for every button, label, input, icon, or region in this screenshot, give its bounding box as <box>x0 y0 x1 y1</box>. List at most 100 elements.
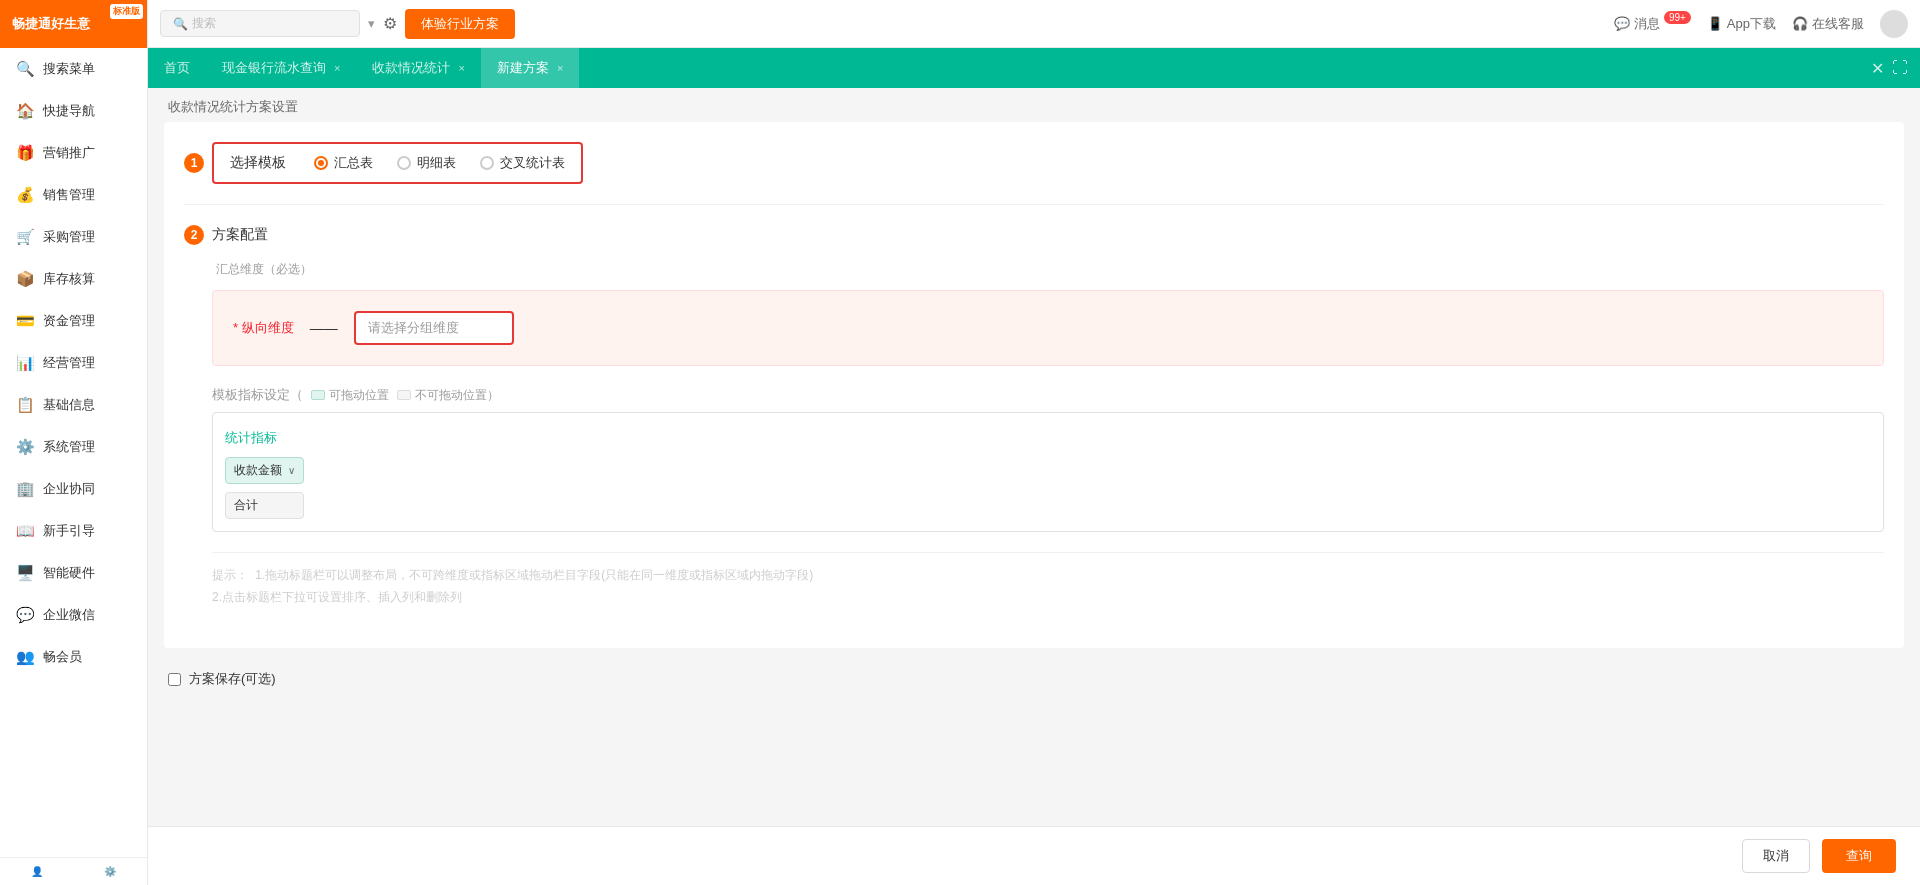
notification-label: 消息 <box>1634 15 1660 33</box>
legend-draggable-box <box>311 390 325 400</box>
sidebar-item-label: 企业微信 <box>43 606 95 624</box>
topbar-search-box[interactable]: 🔍 搜索 <box>160 10 360 37</box>
tab-home-label: 首页 <box>164 59 190 77</box>
members-icon: 👥 <box>16 648 35 666</box>
radio-summary-inner <box>318 160 324 166</box>
mobile-icon: 📱 <box>1707 16 1723 31</box>
tip2-text: 2.点击标题栏下拉可设置排序、插入列和删除列 <box>212 590 462 604</box>
sidebar-item-label: 营销推广 <box>43 144 95 162</box>
sidebar-item-label: 库存核算 <box>43 270 95 288</box>
chart-icon: 📊 <box>16 354 35 372</box>
tips-line2: 2.点击标题栏下拉可设置排序、插入列和删除列 <box>212 587 1884 609</box>
footer-bar: 取消 查询 <box>148 826 1920 885</box>
tips-section: 提示： 1.拖动标题栏可以调整布局，不可跨维度或指标区域拖动栏目字段(只能在同一… <box>212 552 1884 608</box>
sidebar-item-label: 畅会员 <box>43 648 82 666</box>
search-placeholder-text: 搜索 <box>192 15 216 32</box>
book-icon: 📖 <box>16 522 35 540</box>
sidebar-item-label: 搜索菜单 <box>43 60 95 78</box>
search-menu-icon: 🔍 <box>16 60 35 78</box>
sidebar-item-smart-hw[interactable]: 🖥️ 智能硬件 <box>0 552 147 594</box>
cancel-button[interactable]: 取消 <box>1742 839 1810 873</box>
save-checkbox[interactable] <box>168 673 181 686</box>
step2-title: 方案配置 <box>212 226 268 244</box>
query-button[interactable]: 查询 <box>1822 839 1896 873</box>
radio-cross[interactable]: 交叉统计表 <box>480 154 565 172</box>
chip-arrow-icon: ∨ <box>288 465 295 476</box>
sidebar-item-inventory[interactable]: 📦 库存核算 <box>0 258 147 300</box>
notification-button[interactable]: 💬 消息 99+ <box>1614 15 1691 33</box>
total-chip: 合计 <box>225 492 304 519</box>
window-maximize-btn[interactable]: ⛶ <box>1892 59 1908 77</box>
sidebar-item-label: 新手引导 <box>43 522 95 540</box>
sidebar-item-wechat[interactable]: 💬 企业微信 <box>0 594 147 636</box>
trial-button[interactable]: 体验行业方案 <box>405 9 515 39</box>
tip1-text: 1.拖动标题栏可以调整布局，不可跨维度或指标区域拖动栏目字段(只能在同一维度或指… <box>255 568 813 582</box>
legend-nondraggable: 不可拖动位置） <box>397 387 499 404</box>
sidebar-user-btn[interactable]: 👤 <box>31 866 43 877</box>
step2-content: 汇总维度（必选） * 纵向维度 —— 请选择分组维度 <box>212 261 1884 608</box>
page-content: 收款情况统计方案设置 1 选择模板 汇总表 <box>148 88 1920 826</box>
row-dimension-label: * 纵向维度 <box>233 319 294 337</box>
legend-nondraggable-label: 不可拖动位置） <box>415 387 499 404</box>
tab-new-plan-close[interactable]: × <box>557 62 563 74</box>
legend-draggable: 可拖动位置 <box>311 387 389 404</box>
tips-line1: 提示： 1.拖动标题栏可以调整布局，不可跨维度或指标区域拖动栏目字段(只能在同一… <box>212 565 1884 587</box>
version-badge: 标准版 <box>110 4 143 19</box>
sidebar-item-label: 智能硬件 <box>43 564 95 582</box>
step1-header: 1 选择模板 汇总表 明细表 <box>184 142 1884 184</box>
tab-cash-bank-close[interactable]: × <box>334 62 340 74</box>
tab-cash-bank[interactable]: 现金银行流水查询 × <box>206 48 356 88</box>
user-avatar[interactable] <box>1880 10 1908 38</box>
sidebar-item-quick-nav[interactable]: 🏠 快捷导航 <box>0 90 147 132</box>
window-close-btn[interactable]: ✕ <box>1871 59 1884 78</box>
home-icon: 🏠 <box>16 102 35 120</box>
row-dimension-arrow: —— <box>310 320 338 336</box>
template-selection-box: 选择模板 汇总表 明细表 <box>212 142 583 184</box>
legend-nondraggable-box <box>397 390 411 400</box>
breadcrumb: 收款情况统计方案设置 <box>148 88 1920 122</box>
radio-summary[interactable]: 汇总表 <box>314 154 373 172</box>
topbar-right: 💬 消息 99+ 📱 App下载 🎧 在线客服 <box>1614 10 1908 38</box>
indicators-label-row: 模板指标设定（ 可拖动位置 不可拖动位置） <box>212 386 1884 404</box>
settings-bottom-icon: ⚙️ <box>104 866 116 877</box>
online-service-button[interactable]: 🎧 在线客服 <box>1792 15 1864 33</box>
tab-receipt-stats-label: 收款情况统计 <box>372 59 450 77</box>
sidebar-item-label: 销售管理 <box>43 186 95 204</box>
tabs-window-controls: ✕ ⛶ <box>1871 59 1920 78</box>
amount-chip[interactable]: 收款金额 ∨ <box>225 457 304 484</box>
step1-title: 选择模板 <box>230 154 286 172</box>
topbar: 🔍 搜索 ▾ ⚙ 体验行业方案 💬 消息 99+ 📱 App下载 🎧 在线客服 <box>148 0 1920 48</box>
sidebar-item-capital[interactable]: 💳 资金管理 <box>0 300 147 342</box>
online-service-label: 在线客服 <box>1812 15 1864 33</box>
sidebar-item-operations[interactable]: 📊 经营管理 <box>0 342 147 384</box>
row-dimension-select[interactable]: 请选择分组维度 <box>354 311 514 345</box>
sidebar-settings-btn[interactable]: ⚙️ <box>104 866 116 877</box>
amount-chip-label: 收款金额 <box>234 462 282 479</box>
sidebar-item-sales[interactable]: 💰 销售管理 <box>0 174 147 216</box>
sidebar-item-label: 系统管理 <box>43 438 95 456</box>
breadcrumb-text: 收款情况统计方案设置 <box>168 99 298 114</box>
indicators-section: 模板指标设定（ 可拖动位置 不可拖动位置） 统计指标 <box>212 386 1884 532</box>
app-download-button[interactable]: 📱 App下载 <box>1707 15 1776 33</box>
notification-count-badge: 99+ <box>1664 11 1691 24</box>
sidebar-item-guide[interactable]: 📖 新手引导 <box>0 510 147 552</box>
tab-new-plan[interactable]: 新建方案 × <box>481 48 579 88</box>
search-chevron-icon[interactable]: ▾ <box>368 16 375 31</box>
sidebar-item-enterprise[interactable]: 🏢 企业协同 <box>0 468 147 510</box>
sidebar-item-sys-mgmt[interactable]: ⚙️ 系统管理 <box>0 426 147 468</box>
gear-icon: ⚙️ <box>16 438 35 456</box>
save-section: 方案保存(可选) <box>148 660 1920 698</box>
sidebar-item-search-menu[interactable]: 🔍 搜索菜单 <box>0 48 147 90</box>
indicator-block: 收款金额 ∨ 合计 <box>225 457 304 519</box>
sidebar: 畅捷通好生意 标准版 🔍 搜索菜单 🏠 快捷导航 🎁 营销推广 💰 销售管理 🛒… <box>0 0 148 885</box>
sidebar-item-purchase[interactable]: 🛒 采购管理 <box>0 216 147 258</box>
tab-receipt-stats[interactable]: 收款情况统计 × <box>356 48 480 88</box>
sidebar-item-member[interactable]: 👥 畅会员 <box>0 636 147 678</box>
search-icon: 🔍 <box>173 17 188 31</box>
settings-gear-icon[interactable]: ⚙ <box>383 14 397 33</box>
tab-home[interactable]: 首页 <box>148 48 206 88</box>
radio-detail[interactable]: 明细表 <box>397 154 456 172</box>
tab-receipt-stats-close[interactable]: × <box>458 62 464 74</box>
sidebar-item-marketing[interactable]: 🎁 营销推广 <box>0 132 147 174</box>
sidebar-item-basic-info[interactable]: 📋 基础信息 <box>0 384 147 426</box>
